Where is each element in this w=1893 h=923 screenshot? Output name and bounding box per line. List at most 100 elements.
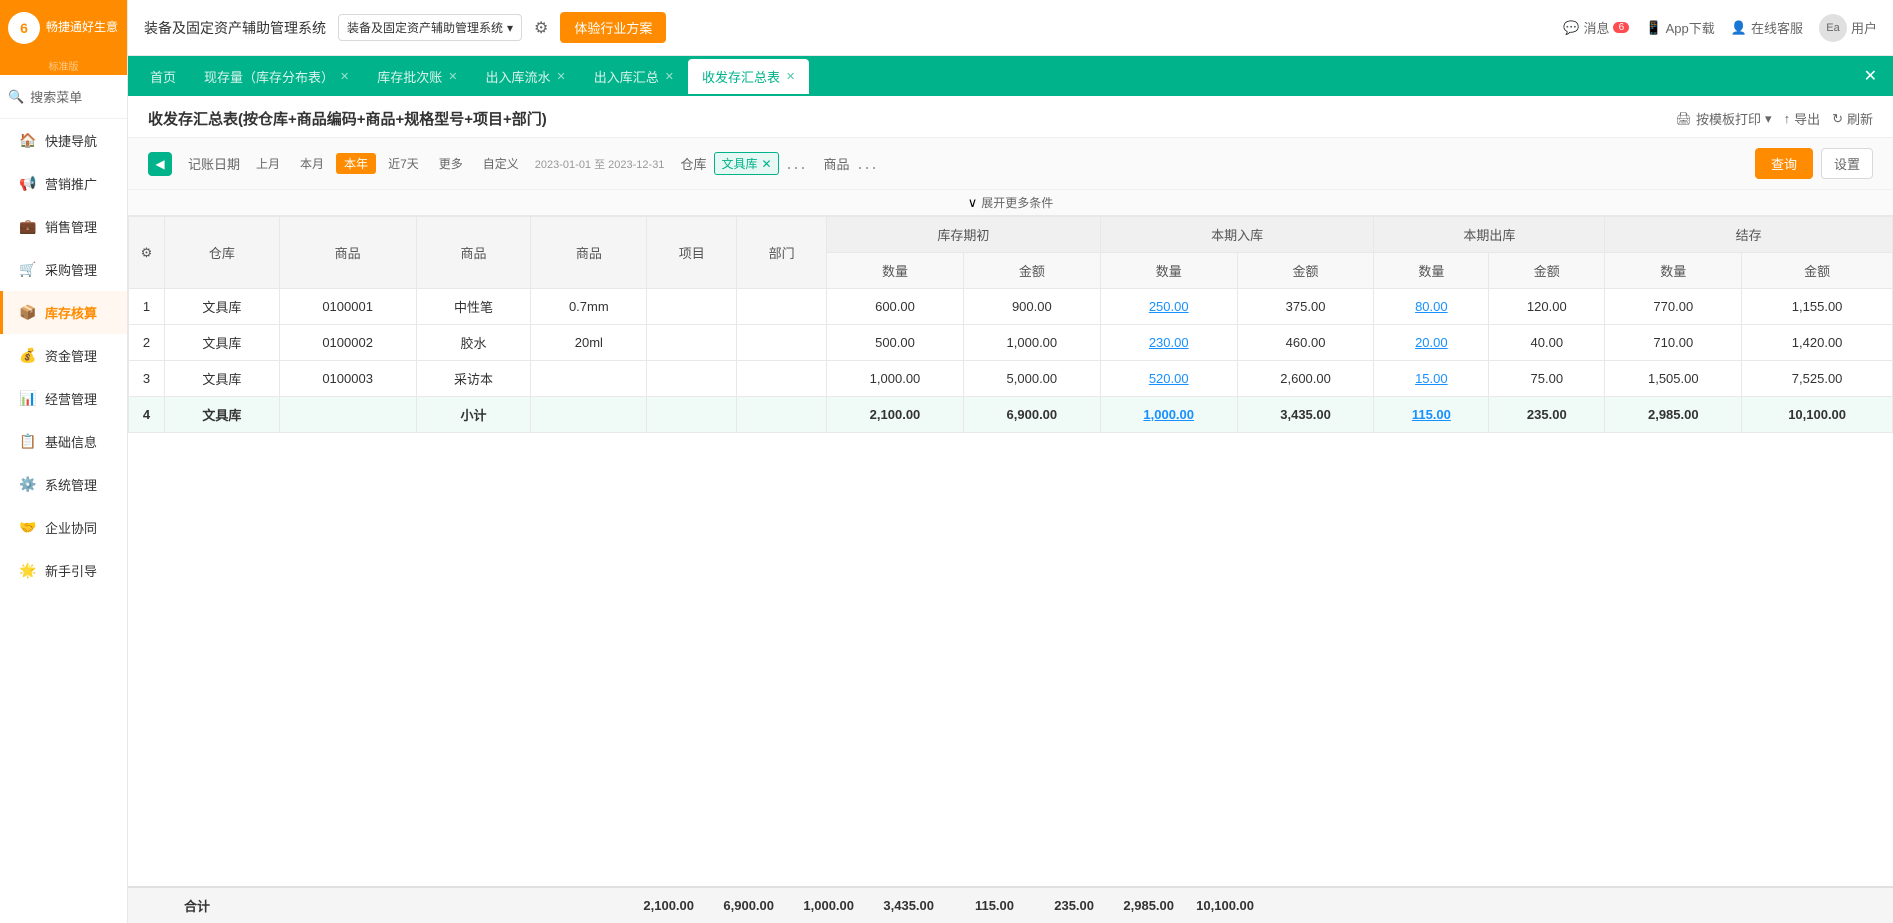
row-opening-qty: 600.00 [827, 289, 964, 325]
sidebar-item-purchase[interactable]: 🛒 采购管理 [0, 248, 127, 291]
tab-home[interactable]: 首页 [136, 59, 190, 94]
row-in-qty[interactable]: 230.00 [1100, 325, 1237, 361]
tab-inout-flow-label: 出入库流水 [485, 67, 550, 86]
warehouse-tag-close-icon[interactable]: ✕ [761, 157, 771, 171]
footer-in-amt: 3,435.00 [864, 898, 944, 913]
new-guide-icon: 🌟 [19, 562, 37, 580]
date-btn-more[interactable]: 更多 [431, 153, 471, 174]
sidebar: 6 畅捷通好生意 标准版 🔍 搜索菜单 🏠 快捷导航 📢 营销推广 💼 销售管理… [0, 0, 128, 923]
search-menu-button[interactable]: 🔍 搜索菜单 [8, 83, 119, 110]
tab-batch[interactable]: 库存批次账 ✕ [363, 59, 471, 94]
row-balance-amt: 10,100.00 [1742, 397, 1893, 433]
row-out-amt: 120.00 [1489, 289, 1605, 325]
page-content: 收发存汇总表(按仓库+商品编码+商品+规格型号+项目+部门) 🖨 按模板打印 ▾… [128, 96, 1893, 923]
sidebar-search[interactable]: 🔍 搜索菜单 [0, 75, 127, 119]
row-goods-spec: 20ml [531, 325, 647, 361]
goods-more-icon[interactable]: ... [858, 153, 879, 174]
date-btn-7days[interactable]: 近7天 [380, 153, 427, 174]
row-in-qty[interactable]: 1,000.00 [1100, 397, 1237, 433]
footer-opening-qty: 2,100.00 [624, 898, 704, 913]
tab-receipt-summary[interactable]: 收发存汇总表 ✕ [688, 59, 809, 94]
tab-close-icon[interactable]: ✕ [665, 70, 674, 83]
tab-inout-flow[interactable]: 出入库流水 ✕ [471, 59, 579, 94]
row-in-qty[interactable]: 520.00 [1100, 361, 1237, 397]
col-balance-amt-header: 金额 [1742, 253, 1893, 289]
main-area: 装备及固定资产辅助管理系统 装备及固定资产辅助管理系统 ▾ ⚙ 体验行业方案 💬… [128, 0, 1893, 923]
sidebar-item-inventory[interactable]: 📦 库存核算 [0, 291, 127, 334]
filter-collapse-button[interactable]: ◀ [148, 152, 172, 176]
row-in-amt: 460.00 [1237, 325, 1374, 361]
filter-settings-button[interactable]: 设置 [1821, 148, 1873, 179]
col-in-amt-header: 金额 [1237, 253, 1374, 289]
tab-inventory-dist[interactable]: 现存量（库存分布表） ✕ [190, 59, 363, 94]
sales-icon: 💼 [19, 218, 37, 236]
row-goods-code [279, 397, 416, 433]
warehouse-tag[interactable]: 文具库 ✕ [714, 152, 778, 175]
tab-inout-summary[interactable]: 出入库汇总 ✕ [580, 59, 688, 94]
row-dept [737, 289, 827, 325]
tab-close-icon[interactable]: ✕ [340, 70, 349, 83]
tab-bar-close-button[interactable]: ✕ [1856, 62, 1885, 90]
goods-filter-label: 商品 [824, 154, 850, 173]
row-goods-spec: 0.7mm [531, 289, 647, 325]
date-btn-custom[interactable]: 自定义 [475, 153, 527, 174]
refresh-icon: ↻ [1832, 111, 1843, 127]
sidebar-item-quick-nav[interactable]: 🏠 快捷导航 [0, 119, 127, 162]
sidebar-item-operations[interactable]: 📊 经营管理 [0, 377, 127, 420]
message-label: 消息 [1583, 18, 1609, 37]
query-button[interactable]: 查询 [1755, 148, 1813, 179]
logo-area: 6 畅捷通好生意 [0, 0, 127, 56]
row-dept [737, 397, 827, 433]
sidebar-item-sales[interactable]: 💼 销售管理 [0, 205, 127, 248]
sidebar-item-finance[interactable]: 💰 资金管理 [0, 334, 127, 377]
app-download-button[interactable]: 📱 App下载 [1645, 18, 1714, 37]
online-service-label: 在线客服 [1751, 18, 1803, 37]
row-goods-code: 0100002 [279, 325, 416, 361]
export-button[interactable]: ↑ 导出 [1784, 109, 1821, 128]
refresh-button[interactable]: ↻ 刷新 [1832, 109, 1873, 128]
sidebar-item-new-guide[interactable]: 🌟 新手引导 [0, 549, 127, 592]
date-btn-this-year[interactable]: 本年 [336, 153, 376, 174]
row-out-qty[interactable]: 15.00 [1374, 361, 1489, 397]
date-btn-this-month[interactable]: 本月 [292, 153, 332, 174]
sidebar-item-basic-info[interactable]: 📋 基础信息 [0, 420, 127, 463]
sidebar-item-collaboration[interactable]: 🤝 企业协同 [0, 506, 127, 549]
system-selector[interactable]: 装备及固定资产辅助管理系统 ▾ [338, 14, 522, 41]
col-out-amt-header: 金额 [1489, 253, 1605, 289]
row-out-amt: 235.00 [1489, 397, 1605, 433]
row-warehouse: 文具库 [165, 397, 280, 433]
trial-button[interactable]: 体验行业方案 [560, 12, 666, 43]
export-label: 导出 [1794, 109, 1820, 128]
sidebar-item-system[interactable]: ⚙️ 系统管理 [0, 463, 127, 506]
expand-conditions-bar[interactable]: ∨ 展开更多条件 [128, 190, 1893, 216]
message-button[interactable]: 💬 消息 6 [1563, 18, 1629, 37]
page-header-actions: 🖨 按模板打印 ▾ ↑ 导出 ↻ 刷新 [1676, 109, 1874, 128]
row-project [647, 289, 737, 325]
tab-close-icon[interactable]: ✕ [786, 70, 795, 83]
col-project-header: 项目 [647, 217, 737, 289]
date-btn-last-month[interactable]: 上月 [248, 153, 288, 174]
footer-opening-amt: 6,900.00 [704, 898, 784, 913]
online-service-button[interactable]: 👤 在线客服 [1731, 18, 1803, 37]
row-out-qty[interactable]: 80.00 [1374, 289, 1489, 325]
print-button[interactable]: 🖨 按模板打印 ▾ [1676, 109, 1772, 128]
settings-gear-icon[interactable]: ⚙ [534, 18, 548, 38]
tab-close-icon[interactable]: ✕ [557, 70, 566, 83]
row-in-qty[interactable]: 250.00 [1100, 289, 1237, 325]
search-label: 搜索菜单 [30, 87, 82, 106]
sidebar-item-marketing[interactable]: 📢 营销推广 [0, 162, 127, 205]
avatar: Ea [1819, 14, 1847, 42]
row-balance-qty: 710.00 [1605, 325, 1742, 361]
col-opening-amt-header: 金额 [963, 253, 1100, 289]
sidebar-item-label: 新手引导 [45, 561, 97, 580]
col-settings-header[interactable]: ⚙ [129, 217, 165, 289]
row-in-amt: 3,435.00 [1237, 397, 1374, 433]
row-out-qty[interactable]: 115.00 [1374, 397, 1489, 433]
user-menu-button[interactable]: Ea 用户 [1819, 14, 1877, 42]
tab-close-icon[interactable]: ✕ [448, 70, 457, 83]
warehouse-more-icon[interactable]: ... [787, 153, 808, 174]
page-header: 收发存汇总表(按仓库+商品编码+商品+规格型号+项目+部门) 🖨 按模板打印 ▾… [128, 96, 1893, 138]
row-out-qty[interactable]: 20.00 [1374, 325, 1489, 361]
sidebar-item-label: 系统管理 [45, 475, 97, 494]
sidebar-item-label: 销售管理 [45, 217, 97, 236]
